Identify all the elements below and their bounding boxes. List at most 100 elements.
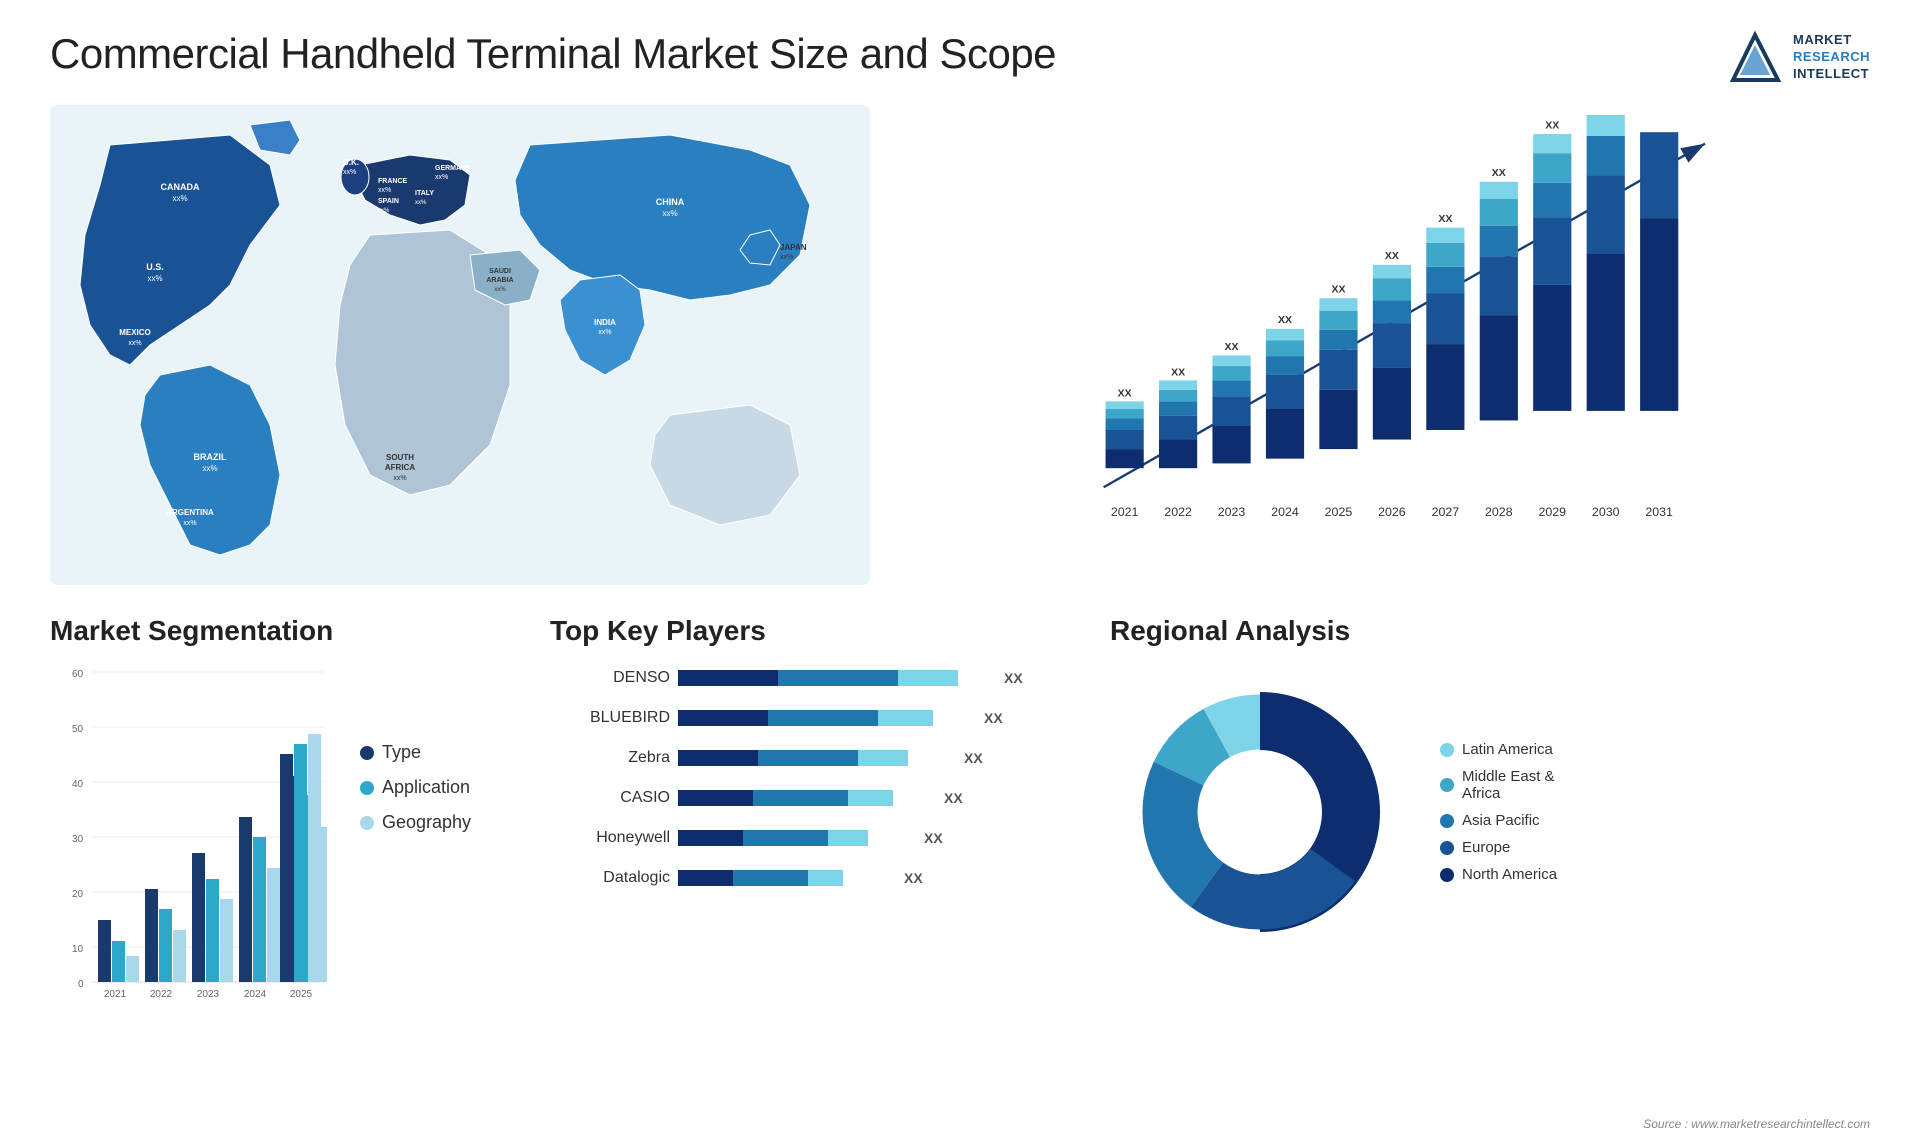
svg-text:XX: XX <box>1278 314 1292 326</box>
regional-container: Regional Analysis <box>1110 615 1870 1035</box>
legend-application: Application <box>360 777 471 798</box>
player-row-datalogic: Datalogic XX <box>550 862 1070 894</box>
svg-text:xx%: xx% <box>183 520 196 527</box>
svg-text:xx%: xx% <box>662 209 677 218</box>
svg-text:XX: XX <box>1385 250 1399 262</box>
player-name-bluebird: BLUEBIRD <box>550 709 670 727</box>
svg-text:U.K.: U.K. <box>343 158 359 167</box>
svg-text:xx%: xx% <box>393 475 406 482</box>
svg-text:xx%: xx% <box>598 329 611 336</box>
player-name-honeywell: Honeywell <box>550 829 670 847</box>
legend-europe: Europe <box>1440 839 1557 856</box>
page-title: Commercial Handheld Terminal Market Size… <box>50 30 1056 78</box>
svg-text:2024: 2024 <box>1271 505 1299 519</box>
svg-text:xx%: xx% <box>147 274 162 283</box>
svg-text:xx%: xx% <box>128 340 141 347</box>
svg-text:60: 60 <box>72 669 84 680</box>
svg-text:FRANCE: FRANCE <box>378 178 407 185</box>
label-north-america: North America <box>1462 866 1557 883</box>
svg-text:xx%: xx% <box>494 287 506 293</box>
map-container: CANADA xx% U.S. xx% MEXICO xx% BRAZIL xx… <box>50 105 870 585</box>
svg-text:CANADA: CANADA <box>161 182 200 192</box>
logo-icon <box>1728 30 1783 85</box>
world-map: CANADA xx% U.S. xx% MEXICO xx% BRAZIL xx… <box>50 105 870 585</box>
svg-text:30: 30 <box>72 834 84 845</box>
dot-europe <box>1440 841 1454 855</box>
donut-area: Latin America Middle East &Africa Asia P… <box>1110 662 1870 962</box>
svg-text:XX: XX <box>1118 388 1132 400</box>
legend-label-type: Type <box>382 742 421 763</box>
svg-text:GERMANY: GERMANY <box>435 165 471 172</box>
svg-text:2025: 2025 <box>1325 505 1353 519</box>
svg-text:ITALY: ITALY <box>415 190 434 197</box>
svg-text:AFRICA: AFRICA <box>385 463 415 472</box>
svg-text:MEXICO: MEXICO <box>119 328 151 337</box>
legend-dot-geography <box>360 816 374 830</box>
svg-text:xx%: xx% <box>378 208 390 214</box>
legend-label-geography: Geography <box>382 812 471 833</box>
svg-text:XX: XX <box>1225 341 1239 353</box>
svg-text:2021: 2021 <box>104 989 127 1000</box>
svg-text:xx%: xx% <box>415 200 427 206</box>
svg-text:SOUTH: SOUTH <box>386 453 414 462</box>
svg-text:XX: XX <box>1492 167 1506 179</box>
svg-text:0: 0 <box>78 979 84 990</box>
logo-area: MARKET RESEARCH INTELLECT <box>1728 30 1870 85</box>
player-row-bluebird: BLUEBIRD XX <box>550 702 1070 734</box>
svg-text:2022: 2022 <box>1164 505 1192 519</box>
svg-text:xx%: xx% <box>343 169 356 176</box>
players-container: Top Key Players DENSO XX <box>550 615 1070 1035</box>
player-name-denso: DENSO <box>550 669 670 687</box>
player-name-datalogic: Datalogic <box>550 869 670 887</box>
player-xx-zebra: XX <box>964 750 983 766</box>
legend-mea: Middle East &Africa <box>1440 768 1557 802</box>
svg-text:2023: 2023 <box>197 989 220 1000</box>
dot-mea <box>1440 778 1454 792</box>
legend-geography: Geography <box>360 812 471 833</box>
legend-apac: Asia Pacific <box>1440 812 1557 829</box>
svg-text:ARGENTINA: ARGENTINA <box>166 508 214 517</box>
svg-text:2024: 2024 <box>244 989 267 1000</box>
label-apac: Asia Pacific <box>1462 812 1540 829</box>
svg-text:2021: 2021 <box>1111 505 1139 519</box>
bar-chart-svg: XX XX XX XX <box>910 115 1870 535</box>
player-bar-wrap-zebra: XX <box>678 742 983 774</box>
legend-type: Type <box>360 742 471 763</box>
legend-dot-type <box>360 746 374 760</box>
player-xx-casio: XX <box>944 790 963 806</box>
svg-text:SAUDI: SAUDI <box>489 268 511 275</box>
donut-chart <box>1110 662 1410 962</box>
svg-text:2026: 2026 <box>1378 505 1406 519</box>
label-mea: Middle East &Africa <box>1462 768 1555 802</box>
svg-text:2022: 2022 <box>150 989 173 1000</box>
player-xx-denso: XX <box>1004 670 1023 686</box>
player-bar-wrap-datalogic: XX <box>678 862 923 894</box>
players-title: Top Key Players <box>550 615 1070 647</box>
legend-dot-application <box>360 781 374 795</box>
svg-text:XX: XX <box>1438 213 1452 225</box>
label-latin: Latin America <box>1462 741 1553 758</box>
players-list: DENSO XX BLUEBIRD <box>550 662 1070 902</box>
top-section: CANADA xx% U.S. xx% MEXICO xx% BRAZIL xx… <box>50 105 1870 585</box>
svg-text:10: 10 <box>72 944 84 955</box>
player-bar-wrap-denso: XX <box>678 662 1023 694</box>
svg-text:SPAIN: SPAIN <box>378 198 399 205</box>
logo-text: MARKET RESEARCH INTELLECT <box>1793 32 1870 83</box>
svg-text:xx%: xx% <box>202 464 217 473</box>
svg-text:50: 50 <box>72 724 84 735</box>
svg-text:XX: XX <box>1171 367 1185 379</box>
legend-latin: Latin America <box>1440 741 1557 758</box>
svg-text:xx%: xx% <box>780 254 793 261</box>
svg-text:20: 20 <box>72 889 84 900</box>
dot-latin <box>1440 743 1454 757</box>
svg-text:CHINA: CHINA <box>656 197 685 207</box>
player-name-zebra: Zebra <box>550 749 670 767</box>
dot-apac <box>1440 814 1454 828</box>
player-row-honeywell: Honeywell XX <box>550 822 1070 854</box>
source-text: Source : www.marketresearchintellect.com <box>1643 1117 1870 1131</box>
svg-text:2028: 2028 <box>1485 505 1513 519</box>
svg-text:INDIA: INDIA <box>594 318 616 327</box>
bottom-section: Market Segmentation 60 50 40 30 20 10 0 <box>50 615 1870 1035</box>
player-xx-honeywell: XX <box>924 830 943 846</box>
legend-north-america: North America <box>1440 866 1557 883</box>
